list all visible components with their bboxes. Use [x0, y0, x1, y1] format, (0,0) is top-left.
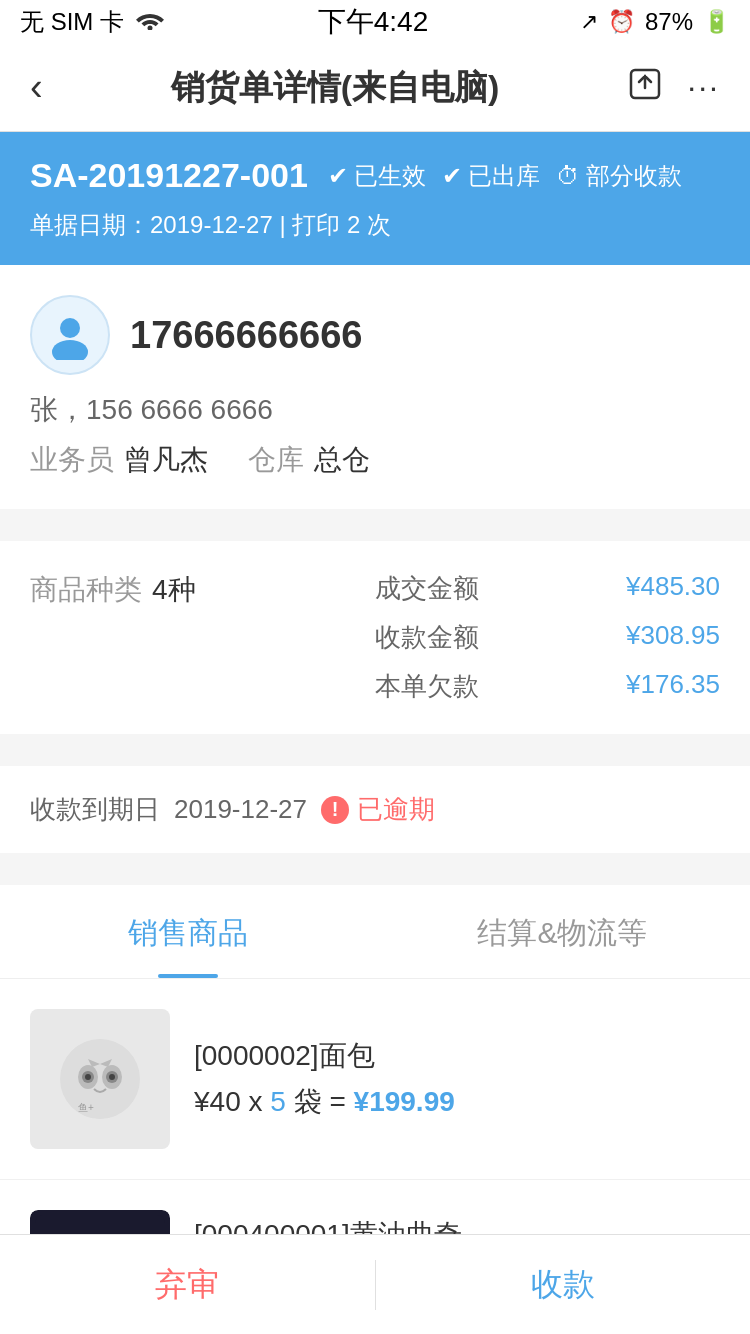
product-info-1: [0000002]面包 ¥40 x 5 袋 = ¥199.99	[194, 1037, 720, 1121]
status-time: 下午4:42	[318, 3, 429, 41]
svg-point-10	[109, 1074, 115, 1080]
overdue-icon: !	[321, 796, 349, 824]
warehouse-label: 仓库	[248, 441, 304, 479]
badge-partial: ⏱ 部分收款	[556, 160, 682, 192]
nav-right: ···	[627, 66, 720, 110]
customer-section: 17666666666 张，156 6666 6666 业务员 曾凡杰 仓库 总…	[0, 265, 750, 509]
check-icon-2: ✔	[442, 162, 462, 190]
product-item-1: 鱼+ [0000002]面包 ¥40 x 5 袋 = ¥199.99	[0, 979, 750, 1180]
svg-point-0	[148, 26, 153, 31]
customer-staff: 业务员 曾凡杰 仓库 总仓	[30, 441, 720, 479]
staff-value: 曾凡杰	[124, 441, 208, 479]
debt-value: ¥176.35	[626, 669, 720, 704]
location-icon: ↗	[580, 9, 598, 35]
status-right: ↗ ⏰ 87% 🔋	[580, 8, 730, 36]
overdue-badge: ! 已逾期	[321, 792, 435, 827]
avatar	[30, 295, 110, 375]
product-price-1: ¥40 x 5 袋 = ¥199.99	[194, 1083, 720, 1121]
received-label: 收款金额	[375, 620, 479, 655]
amount-label: 成交金额	[375, 571, 479, 606]
product-qty-1: 5	[270, 1086, 286, 1117]
battery-text: 87%	[645, 8, 693, 36]
received-value: ¥308.95	[626, 620, 720, 655]
nav-left: ‹	[30, 66, 43, 109]
type-value: 4种	[152, 571, 196, 609]
overdue-text: 已逾期	[357, 792, 435, 827]
staff-label: 业务员	[30, 441, 114, 479]
check-icon-1: ✔	[328, 162, 348, 190]
order-id: SA-20191227-001	[30, 156, 308, 195]
status-bar: 无 SIM 卡 下午4:42 ↗ ⏰ 87% 🔋	[0, 0, 750, 44]
battery-icon: 🔋	[703, 9, 730, 35]
amount-value: ¥485.30	[626, 571, 720, 606]
type-label: 商品种类	[30, 571, 142, 609]
page-title: 销货单详情(来自电脑)	[171, 65, 500, 111]
signal-text: 无 SIM 卡	[20, 6, 124, 38]
product-thumb-1: 鱼+	[30, 1009, 170, 1149]
customer-id: 17666666666	[130, 314, 362, 357]
wifi-icon	[134, 8, 166, 36]
stats-right: 成交金额 ¥485.30 收款金额 ¥308.95 本单欠款 ¥176.35	[375, 571, 720, 704]
badge-shipped: ✔ 已出库	[442, 160, 540, 192]
product-image-1: 鱼+	[30, 1009, 170, 1149]
stats-section: 商品种类 4种 成交金额 ¥485.30 收款金额 ¥308.95 本单欠款 ¥…	[0, 541, 750, 734]
status-badges: ✔ 已生效 ✔ 已出库 ⏱ 部分收款	[328, 160, 682, 192]
nav-bar: ‹ 销货单详情(来自电脑) ···	[0, 44, 750, 132]
more-icon[interactable]: ···	[687, 69, 720, 106]
svg-point-9	[85, 1074, 91, 1080]
badge-effective: ✔ 已生效	[328, 160, 426, 192]
due-label: 收款到期日	[30, 792, 160, 827]
svg-text:鱼+: 鱼+	[78, 1102, 94, 1113]
share-icon[interactable]	[627, 66, 663, 110]
warehouse-value: 总仓	[314, 441, 370, 479]
svg-point-4	[60, 1039, 140, 1119]
due-section: 收款到期日 2019-12-27 ! 已逾期	[0, 766, 750, 853]
back-button[interactable]: ‹	[30, 66, 43, 109]
product-name-1: [0000002]面包	[194, 1037, 720, 1075]
alarm-icon: ⏰	[608, 9, 635, 35]
stats-left: 商品种类 4种	[30, 571, 375, 609]
customer-contact: 张，156 6666 6666	[30, 391, 720, 429]
tab-settlement[interactable]: 结算&物流等	[375, 885, 750, 978]
product-total-1: ¥199.99	[354, 1086, 455, 1117]
order-meta: 单据日期：2019-12-27 | 打印 2 次	[30, 209, 720, 241]
clock-icon: ⏱	[556, 162, 580, 190]
status-left: 无 SIM 卡	[20, 6, 166, 38]
debt-label: 本单欠款	[375, 669, 479, 704]
svg-point-3	[52, 340, 88, 360]
tab-sales-products[interactable]: 销售商品	[0, 885, 375, 978]
order-header: SA-20191227-001 ✔ 已生效 ✔ 已出库 ⏱ 部分收款 单据日期：…	[0, 132, 750, 265]
tabs-header: 销售商品 结算&物流等	[0, 885, 750, 979]
svg-point-2	[60, 318, 80, 338]
confirm-button[interactable]: 收款	[376, 1243, 751, 1327]
cancel-button[interactable]: 弃审	[0, 1243, 375, 1327]
due-date: 2019-12-27	[174, 794, 307, 825]
bottom-bar: 弃审 收款	[0, 1234, 750, 1334]
